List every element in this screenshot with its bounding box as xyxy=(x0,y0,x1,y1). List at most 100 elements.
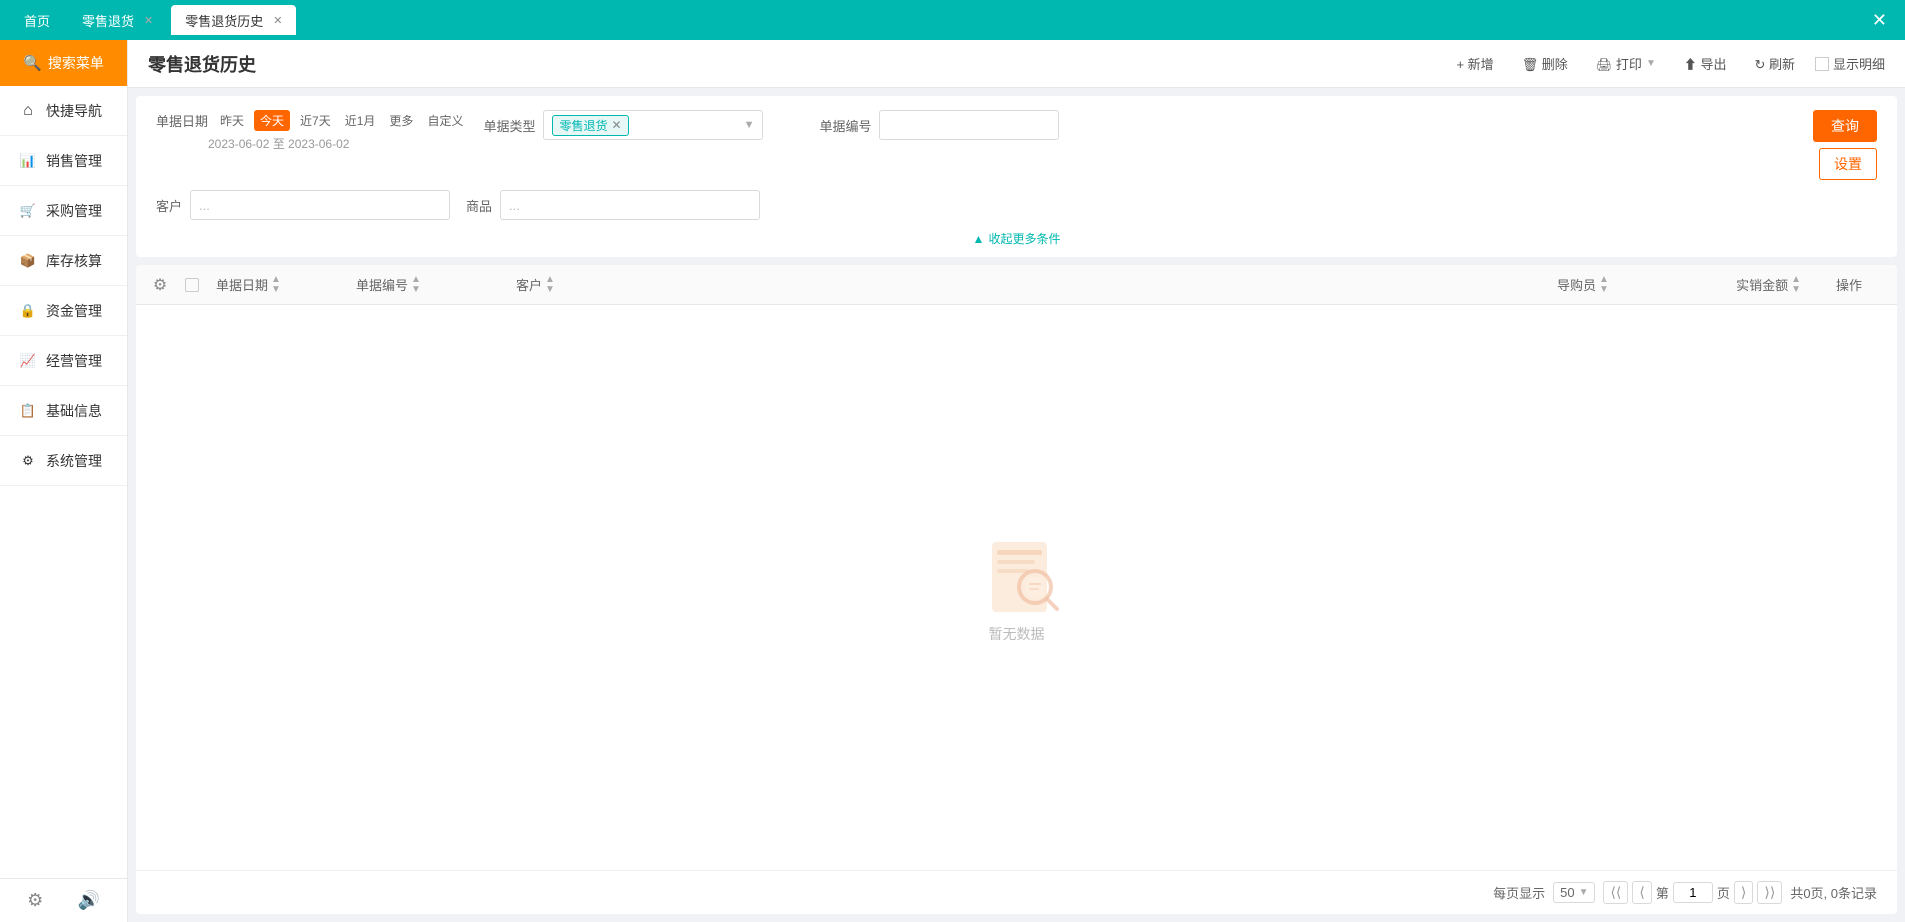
refresh-button[interactable]: ↻ 刷新 xyxy=(1746,50,1803,77)
tab-retail-return[interactable]: 零售退货 ✕ xyxy=(68,5,167,35)
goods-select[interactable]: ... xyxy=(500,190,760,220)
query-button[interactable]: 查询 xyxy=(1813,110,1877,142)
type-tag: 零售退货 ✕ xyxy=(552,115,628,136)
sidebar-item-sys-mgmt[interactable]: ⚙ 系统管理 xyxy=(0,436,127,486)
checkbox-empty xyxy=(185,278,199,292)
new-button[interactable]: + 新增 xyxy=(1448,50,1501,77)
th-amount[interactable]: 实销金额 ▲▼ xyxy=(1689,275,1809,295)
set-button[interactable]: 设置 xyxy=(1819,148,1877,180)
th-number-label: 单据编号 xyxy=(356,275,408,294)
date-btn-7days[interactable]: 近7天 xyxy=(296,111,335,130)
total-text: 共0页, 0条记录 xyxy=(1790,883,1877,902)
type-select[interactable]: 零售退货 ✕ ▼ xyxy=(543,110,763,140)
type-tag-close[interactable]: ✕ xyxy=(611,118,621,132)
page-number-input[interactable] xyxy=(1673,882,1713,903)
operation-icon: 📈 xyxy=(18,351,38,371)
tab-retail-return-close[interactable]: ✕ xyxy=(144,14,153,27)
sidebar: 🔍 搜索菜单 ⌂ 快捷导航 📊 销售管理 🛒 采购管理 📦 库存核算 🔒 xyxy=(0,40,128,922)
customer-placeholder: ... xyxy=(199,198,210,213)
settings-icon[interactable]: ⚙ xyxy=(27,890,43,911)
last-page-button[interactable]: ⟩⟩ xyxy=(1757,881,1782,904)
collapse-button[interactable]: ▲ 收起更多条件 xyxy=(156,226,1877,249)
date-btn-1month[interactable]: 近1月 xyxy=(341,111,380,130)
top-tab-bar: 首页 零售退货 ✕ 零售退货历史 ✕ ✕ xyxy=(0,0,1905,40)
page-nav: ⟨⟨ ⟨ 第 页 ⟩ ⟩⟩ xyxy=(1603,881,1782,904)
sys-icon: ⚙ xyxy=(18,451,38,471)
sidebar-item-sys-label: 系统管理 xyxy=(46,451,102,471)
customer-filter: 客户 ... xyxy=(156,190,450,220)
th-date[interactable]: 单据日期 ▲▼ xyxy=(208,275,348,295)
sidebar-item-sales-mgmt[interactable]: 📊 销售管理 xyxy=(0,136,127,186)
th-customer[interactable]: 客户 ▲▼ xyxy=(508,275,1549,295)
page-size-select[interactable]: 50 ▼ xyxy=(1553,882,1595,903)
th-amount-sort-icon: ▲▼ xyxy=(1791,275,1801,295)
tab-retail-return-label: 零售退货 xyxy=(82,11,134,30)
export-button[interactable]: ⬆ 导出 xyxy=(1676,50,1735,77)
th-number-sort-icon: ▲▼ xyxy=(411,275,421,295)
th-ops: 操作 xyxy=(1809,275,1889,294)
empty-icon xyxy=(977,532,1057,612)
tab-home[interactable]: 首页 xyxy=(10,5,64,35)
prev-page-button[interactable]: ⟨ xyxy=(1632,881,1651,904)
date-btn-yesterday[interactable]: 昨天 xyxy=(216,111,248,130)
page-unit: 页 xyxy=(1717,883,1730,902)
filter-row-2: 客户 ... 商品 ... xyxy=(156,190,1877,220)
first-page-button[interactable]: ⟨⟨ xyxy=(1603,881,1628,904)
show-detail-toggle[interactable]: 显示明细 xyxy=(1815,54,1885,73)
goods-filter-label: 商品 xyxy=(466,196,492,215)
sidebar-item-operation[interactable]: 📈 经营管理 xyxy=(0,336,127,386)
date-btn-today[interactable]: 今天 xyxy=(254,110,290,131)
th-guide[interactable]: 导购员 ▲▼ xyxy=(1549,275,1689,295)
date-btn-custom[interactable]: 自定义 xyxy=(423,111,467,130)
sidebar-item-basic-info[interactable]: 📋 基础信息 xyxy=(0,386,127,436)
header-actions: + 新增 🗑 删除 🖨 打印 ▼ ⬆ 导出 ↻ 刷新 显示明细 xyxy=(1448,50,1885,77)
search-menu[interactable]: 🔍 搜索菜单 xyxy=(0,40,127,86)
tab-retail-return-history[interactable]: 零售退货历史 ✕ xyxy=(171,5,296,35)
tab-retail-return-history-close[interactable]: ✕ xyxy=(273,14,282,27)
th-number[interactable]: 单据编号 ▲▼ xyxy=(348,275,508,295)
print-chevron-icon: ▼ xyxy=(1646,58,1656,69)
purchase-icon: 🛒 xyxy=(18,201,38,221)
column-settings-icon[interactable]: ⚙ xyxy=(144,275,176,295)
finance-icon: 🔒 xyxy=(18,301,38,321)
page-label: 第 xyxy=(1656,883,1669,902)
sidebar-item-sales-label: 销售管理 xyxy=(46,151,102,171)
customer-select[interactable]: ... xyxy=(190,190,450,220)
show-detail-checkbox[interactable] xyxy=(1815,57,1829,71)
date-shortcuts: 昨天 今天 近7天 近1月 更多 自定义 xyxy=(216,110,467,131)
th-guide-sort-icon: ▲▼ xyxy=(1599,275,1609,295)
th-date-sort-icon: ▲▼ xyxy=(271,275,281,295)
number-input[interactable] xyxy=(879,110,1059,140)
goods-placeholder: ... xyxy=(509,198,520,213)
volume-icon[interactable]: 🔊 xyxy=(77,890,99,911)
collapse-up-icon: ▲ xyxy=(973,232,985,246)
type-filter-label: 单据类型 xyxy=(483,116,535,135)
sales-icon: 📊 xyxy=(18,151,38,171)
sidebar-item-inventory[interactable]: 📦 库存核算 xyxy=(0,236,127,286)
sidebar-item-finance[interactable]: 🔒 资金管理 xyxy=(0,286,127,336)
inventory-icon: 📦 xyxy=(18,251,38,271)
number-filter-label: 单据编号 xyxy=(819,116,871,135)
filter-area: 单据日期 昨天 今天 近7天 近1月 更多 自定义 2023-06-02 至 2… xyxy=(136,96,1897,257)
th-guide-label: 导购员 xyxy=(1557,275,1596,294)
collapse-label: 收起更多条件 xyxy=(988,230,1060,247)
sidebar-item-quick-nav[interactable]: ⌂ 快捷导航 xyxy=(0,86,127,136)
content-area: 零售退货历史 + 新增 🗑 删除 🖨 打印 ▼ ⬆ 导出 ↻ 刷新 xyxy=(128,40,1905,922)
search-icon: 🔍 xyxy=(23,54,42,72)
export-label: ⬆ 导出 xyxy=(1684,54,1727,73)
window-close-icon[interactable]: ✕ xyxy=(1864,10,1895,31)
next-page-button[interactable]: ⟩ xyxy=(1734,881,1753,904)
refresh-label: ↻ 刷新 xyxy=(1754,54,1795,73)
page-size-value: 50 xyxy=(1560,885,1574,900)
empty-illustration xyxy=(977,532,1067,622)
delete-button[interactable]: 🗑 删除 xyxy=(1514,50,1576,77)
th-customer-sort-icon: ▲▼ xyxy=(545,275,555,295)
select-all-checkbox[interactable] xyxy=(176,278,208,292)
page-title: 零售退货历史 xyxy=(148,51,256,77)
print-button[interactable]: 🖨 打印 ▼ xyxy=(1588,50,1664,77)
page-size-label: 每页显示 xyxy=(1493,883,1545,902)
date-filter: 单据日期 昨天 今天 近7天 近1月 更多 自定义 2023-06-02 至 2… xyxy=(156,110,467,152)
goods-filter: 商品 ... xyxy=(466,190,760,220)
date-btn-more[interactable]: 更多 xyxy=(385,111,417,130)
sidebar-item-purchase-mgmt[interactable]: 🛒 采购管理 xyxy=(0,186,127,236)
